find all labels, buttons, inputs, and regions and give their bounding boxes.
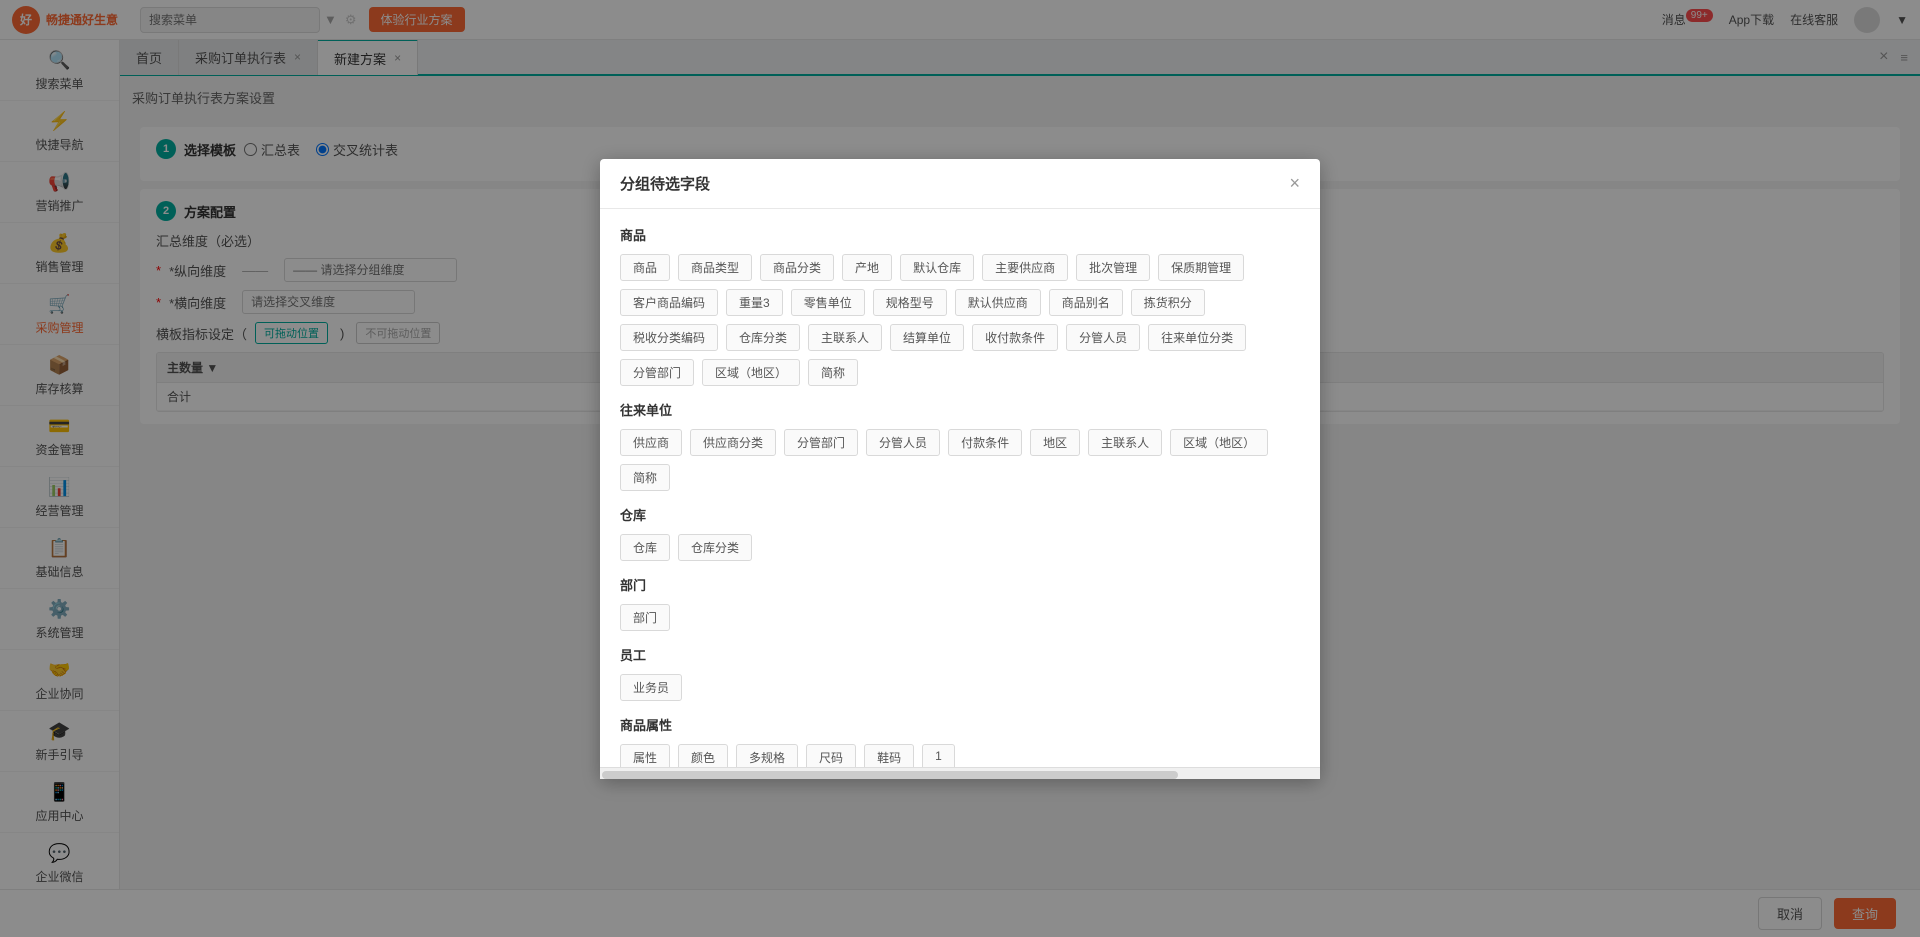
field-tag-partner-dept[interactable]: 分管部门 [784, 429, 858, 456]
field-tag-size[interactable]: 尺码 [806, 744, 856, 767]
field-tag-color[interactable]: 颜色 [678, 744, 728, 767]
field-tag-manage-dept[interactable]: 分管部门 [620, 359, 694, 386]
field-tag-supplier[interactable]: 供应商 [620, 429, 682, 456]
field-tag-batch-mgmt[interactable]: 批次管理 [1076, 254, 1150, 281]
field-tag-partner-manager[interactable]: 分管人员 [866, 429, 940, 456]
field-tag-goods-alias[interactable]: 商品别名 [1049, 289, 1123, 316]
modal-title: 分组待选字段 [620, 173, 710, 194]
modal-overlay: 分组待选字段 × 商品 商品 商品类型 商品分类 产地 默认仓库 主要供应商 批… [0, 0, 1920, 937]
field-tag-partner-contact[interactable]: 主联系人 [1088, 429, 1162, 456]
field-tag-pick-points[interactable]: 拣货积分 [1131, 289, 1205, 316]
modal-hscrollbar[interactable] [600, 767, 1320, 779]
field-tag-district[interactable]: 地区 [1030, 429, 1080, 456]
section-title-partner: 往来单位 [620, 400, 1300, 419]
tag-grid-employee: 业务员 [620, 674, 1300, 701]
field-tag-main-supplier[interactable]: 主要供应商 [982, 254, 1068, 281]
field-tag-goods[interactable]: 商品 [620, 254, 670, 281]
field-tag-tax-code[interactable]: 税收分类编码 [620, 324, 718, 351]
tag-grid-warehouse: 仓库 仓库分类 [620, 534, 1300, 561]
field-select-modal: 分组待选字段 × 商品 商品 商品类型 商品分类 产地 默认仓库 主要供应商 批… [600, 159, 1320, 779]
field-tag-attribute[interactable]: 属性 [620, 744, 670, 767]
field-tag-supplier-category[interactable]: 供应商分类 [690, 429, 776, 456]
field-tag-goods-type[interactable]: 商品类型 [678, 254, 752, 281]
modal-body[interactable]: 商品 商品 商品类型 商品分类 产地 默认仓库 主要供应商 批次管理 保质期管理… [600, 209, 1320, 767]
field-tag-dept[interactable]: 部门 [620, 604, 670, 631]
section-title-goods-attr: 商品属性 [620, 715, 1300, 734]
field-tag-partner-abbr[interactable]: 简称 [620, 464, 670, 491]
field-tag-region[interactable]: 区域（地区） [702, 359, 800, 386]
section-title-goods: 商品 [620, 225, 1300, 244]
field-tag-goods-category[interactable]: 商品分类 [760, 254, 834, 281]
field-tag-partner-region[interactable]: 区域（地区） [1170, 429, 1268, 456]
field-tag-payment-cond[interactable]: 付款条件 [948, 429, 1022, 456]
field-tag-salesperson[interactable]: 业务员 [620, 674, 682, 701]
tag-grid-goods-attr: 属性 颜色 多规格 尺码 鞋码 1 [620, 744, 1300, 767]
section-title-dept: 部门 [620, 575, 1300, 594]
field-tag-multi-spec[interactable]: 多规格 [736, 744, 798, 767]
tag-grid-dept: 部门 [620, 604, 1300, 631]
field-tag-warehouse[interactable]: 仓库 [620, 534, 670, 561]
modal-close-button[interactable]: × [1289, 173, 1300, 194]
tag-grid-goods: 商品 商品类型 商品分类 产地 默认仓库 主要供应商 批次管理 保质期管理 客户… [620, 254, 1300, 386]
field-tag-settlement-unit[interactable]: 结算单位 [890, 324, 964, 351]
field-tag-main-contact[interactable]: 主联系人 [808, 324, 882, 351]
modal-header: 分组待选字段 × [600, 159, 1320, 209]
field-tag-payment-terms[interactable]: 收付款条件 [972, 324, 1058, 351]
tag-grid-partner: 供应商 供应商分类 分管部门 分管人员 付款条件 地区 主联系人 区域（地区） … [620, 429, 1300, 491]
field-tag-warehouse-cat[interactable]: 仓库分类 [678, 534, 752, 561]
section-title-employee: 员工 [620, 645, 1300, 664]
field-tag-customer-goods-code[interactable]: 客户商品编码 [620, 289, 718, 316]
field-tag-origin[interactable]: 产地 [842, 254, 892, 281]
section-title-warehouse: 仓库 [620, 505, 1300, 524]
field-tag-partner-category[interactable]: 往来单位分类 [1148, 324, 1246, 351]
field-tag-attr-1[interactable]: 1 [922, 744, 955, 767]
field-tag-expiry-mgmt[interactable]: 保质期管理 [1158, 254, 1244, 281]
field-tag-default-supplier[interactable]: 默认供应商 [955, 289, 1041, 316]
field-tag-abbr[interactable]: 简称 [808, 359, 858, 386]
field-tag-weight3[interactable]: 重量3 [726, 289, 783, 316]
field-tag-spec-model[interactable]: 规格型号 [873, 289, 947, 316]
field-tag-retail-unit[interactable]: 零售单位 [791, 289, 865, 316]
field-tag-default-warehouse[interactable]: 默认仓库 [900, 254, 974, 281]
field-tag-manager[interactable]: 分管人员 [1066, 324, 1140, 351]
field-tag-shoe-size[interactable]: 鞋码 [864, 744, 914, 767]
field-tag-warehouse-category[interactable]: 仓库分类 [726, 324, 800, 351]
